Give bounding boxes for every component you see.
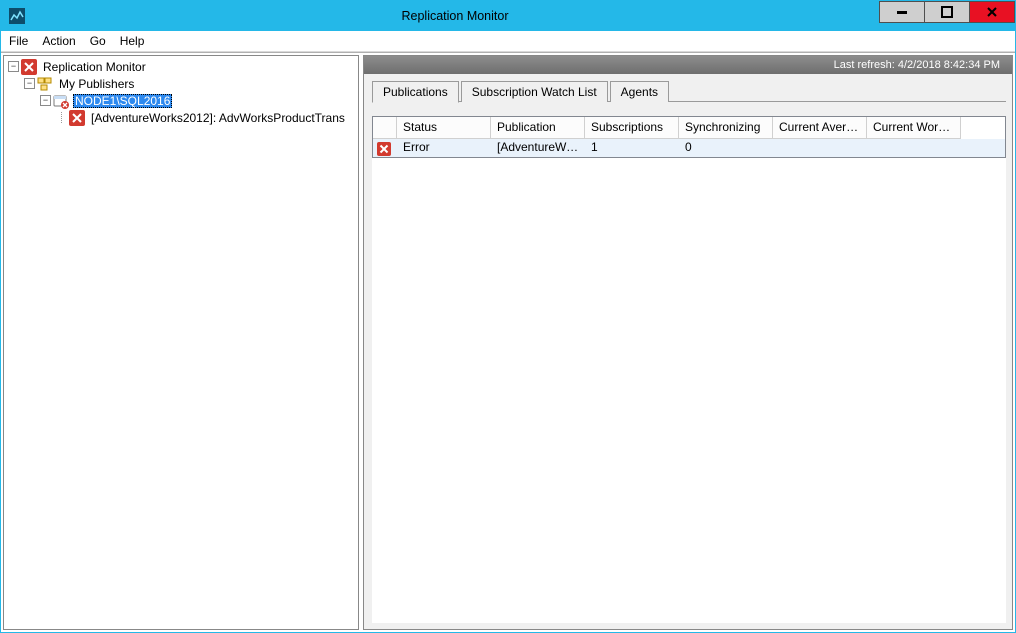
publication-error-icon bbox=[69, 110, 85, 126]
cell-publication: [AdventureWo... bbox=[491, 139, 585, 157]
app-icon bbox=[9, 8, 25, 24]
publications-list[interactable]: Status Publication Subscriptions Synchro… bbox=[372, 116, 1006, 158]
cell-subscriptions: 1 bbox=[585, 139, 679, 157]
publishers-group-icon bbox=[37, 76, 53, 92]
tab-area: Publications Subscription Watch List Age… bbox=[364, 74, 1012, 629]
title-bar: Replication Monitor bbox=[1, 1, 1015, 31]
column-header-current-worst[interactable]: Current Worst ... bbox=[867, 117, 961, 139]
menu-help[interactable]: Help bbox=[120, 34, 145, 48]
tree-node-root[interactable]: − Replication Monitor bbox=[4, 58, 358, 75]
tree-panel: − Replication Monitor bbox=[3, 55, 359, 630]
column-header-icon[interactable] bbox=[373, 117, 397, 139]
tree-node-label: Replication Monitor bbox=[41, 60, 148, 74]
tree-expander-icon[interactable]: − bbox=[8, 61, 19, 72]
tab-strip: Publications Subscription Watch List Age… bbox=[372, 80, 1006, 102]
replication-monitor-icon bbox=[21, 59, 37, 75]
last-refresh-label: Last refresh: 4/2/2018 8:42:34 PM bbox=[834, 59, 1000, 71]
publications-list-container: Status Publication Subscriptions Synchro… bbox=[372, 102, 1006, 623]
tree-node-my-publishers[interactable]: − My Publishers bbox=[20, 75, 358, 92]
cell-current-worst bbox=[867, 139, 961, 157]
list-header-row: Status Publication Subscriptions Synchro… bbox=[373, 117, 1005, 139]
tree-expander-icon[interactable]: − bbox=[24, 78, 35, 89]
tree-node-publication[interactable]: [AdventureWorks2012]: AdvWorksProductTra… bbox=[52, 109, 358, 126]
row-status-icon bbox=[373, 139, 397, 157]
menu-bar: File Action Go Help bbox=[1, 31, 1015, 52]
column-header-subscriptions[interactable]: Subscriptions bbox=[585, 117, 679, 139]
column-header-status[interactable]: Status bbox=[397, 117, 491, 139]
cell-current-average bbox=[773, 139, 867, 157]
server-error-icon bbox=[53, 93, 69, 109]
minimize-button[interactable] bbox=[879, 1, 925, 23]
menu-action[interactable]: Action bbox=[42, 34, 75, 48]
cell-status: Error bbox=[397, 139, 491, 157]
last-refresh-bar: Last refresh: 4/2/2018 8:42:34 PM bbox=[364, 56, 1012, 74]
tree-node-label: NODE1\SQL2016 bbox=[73, 94, 172, 108]
app-window: Replication Monitor File Action Go Help bbox=[0, 0, 1016, 633]
tree-expander-icon[interactable]: − bbox=[40, 95, 51, 106]
column-header-synchronizing[interactable]: Synchronizing bbox=[679, 117, 773, 139]
list-body-whitespace bbox=[372, 158, 1006, 623]
tree[interactable]: − Replication Monitor bbox=[4, 58, 358, 126]
menu-file[interactable]: File bbox=[9, 34, 28, 48]
window-title: Replication Monitor bbox=[31, 9, 879, 23]
column-header-current-average[interactable]: Current Averag... bbox=[773, 117, 867, 139]
tree-node-publisher[interactable]: − bbox=[36, 92, 358, 109]
tree-node-label: My Publishers bbox=[57, 77, 136, 91]
cell-synchronizing: 0 bbox=[679, 139, 773, 157]
menu-go[interactable]: Go bbox=[90, 34, 106, 48]
table-row[interactable]: Error [AdventureWo... 1 0 bbox=[373, 139, 1005, 157]
tree-line-icon bbox=[56, 112, 67, 123]
tab-agents[interactable]: Agents bbox=[610, 81, 669, 102]
window-controls bbox=[879, 1, 1015, 31]
detail-panel: Last refresh: 4/2/2018 8:42:34 PM Public… bbox=[363, 55, 1013, 630]
maximize-button[interactable] bbox=[924, 1, 970, 23]
tab-subscription-watch-list[interactable]: Subscription Watch List bbox=[461, 81, 608, 102]
column-header-publication[interactable]: Publication bbox=[491, 117, 585, 139]
close-button[interactable] bbox=[969, 1, 1015, 23]
client-area: − Replication Monitor bbox=[1, 52, 1015, 632]
tree-node-label: [AdventureWorks2012]: AdvWorksProductTra… bbox=[89, 111, 347, 125]
tab-publications[interactable]: Publications bbox=[372, 81, 459, 103]
